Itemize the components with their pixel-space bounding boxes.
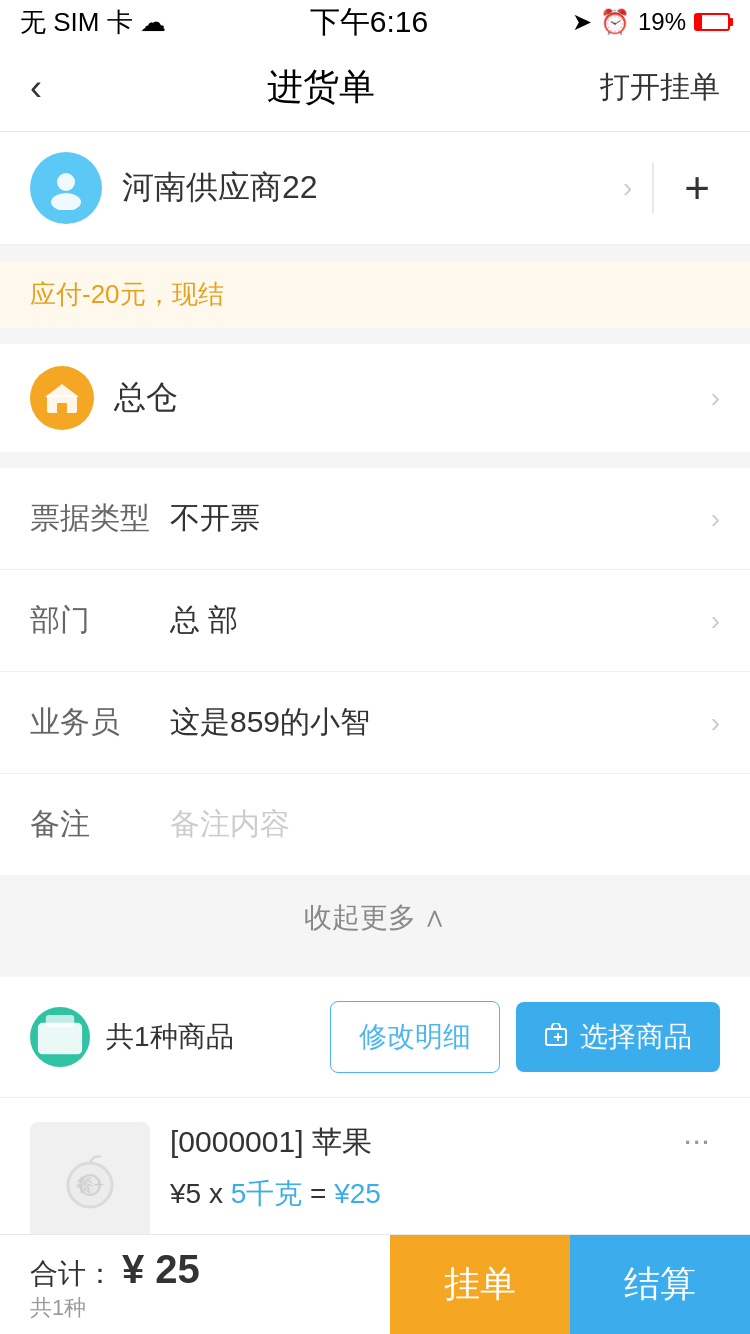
staff-label: 业务员: [30, 702, 160, 743]
sim-status: 无 SIM 卡 ☁: [20, 5, 166, 40]
dept-label: 部门: [30, 600, 160, 641]
product-header: 共1种商品 修改明细 选择商品: [0, 977, 750, 1098]
status-time: 下午6:16: [310, 2, 428, 43]
divider: [652, 163, 654, 213]
dept-chevron-icon: ›: [711, 605, 720, 637]
back-button[interactable]: ‹: [30, 67, 42, 109]
form-section: 票据类型 不开票 › 部门 总 部 › 业务员 这是859的小智 › 备注 备注…: [0, 468, 750, 875]
price-value: ¥5: [170, 1178, 201, 1209]
remark-input[interactable]: 备注内容: [160, 804, 720, 845]
battery-text: 19%: [638, 8, 686, 36]
battery-icon: [694, 13, 730, 31]
svg-rect-6: [46, 1015, 74, 1028]
supplier-row[interactable]: 河南供应商22 › +: [0, 132, 750, 245]
svg-marker-3: [45, 384, 79, 397]
alarm-icon: ⏰: [600, 8, 630, 36]
product-price: ¥5 x 5千克 = ¥25: [170, 1175, 653, 1213]
product-title: 苹果: [312, 1125, 372, 1158]
supplier-chevron-icon: ›: [623, 172, 632, 204]
nav-bar: ‹ 进货单 打开挂单: [0, 44, 750, 132]
staff-row[interactable]: 业务员 这是859的小智 ›: [0, 672, 750, 774]
total-section: 合计： ¥ 25 共1种: [0, 1247, 390, 1323]
svg-rect-4: [57, 403, 67, 413]
product-name: [0000001] 苹果: [170, 1122, 653, 1163]
open-hold-button[interactable]: 打开挂单: [600, 67, 720, 108]
status-bar: 无 SIM 卡 ☁ 下午6:16 ➤ ⏰ 19%: [0, 0, 750, 44]
supplier-name: 河南供应商22: [122, 166, 613, 210]
warehouse-icon: [30, 366, 94, 430]
page-title: 进货单: [267, 63, 375, 112]
status-right: ➤ ⏰ 19%: [572, 8, 730, 36]
content: 河南供应商22 › + 应付-20元，现结 总仓 › 票据类型 不开票 › 部门…: [0, 132, 750, 1334]
product-info: [0000001] 苹果 ¥5 x 5千克 = ¥25: [170, 1122, 653, 1213]
supplier-section: 河南供应商22 › +: [0, 132, 750, 245]
hold-button[interactable]: 挂单: [390, 1235, 570, 1335]
location-icon: ➤: [572, 8, 592, 36]
qty-value: 5千克: [231, 1178, 303, 1209]
total-label: 合计： ¥ 25: [30, 1247, 360, 1293]
invoice-chevron-icon: ›: [711, 503, 720, 535]
supplier-avatar: [30, 152, 102, 224]
equals-symbol: =: [310, 1178, 334, 1209]
svg-point-0: [57, 173, 75, 191]
staff-value: 这是859的小智: [160, 702, 701, 743]
svg-point-1: [51, 193, 81, 210]
warehouse-name: 总仓: [114, 376, 701, 420]
warehouse-chevron-icon: ›: [711, 382, 720, 414]
bottom-bar: 合计： ¥ 25 共1种 挂单 结算: [0, 1234, 750, 1334]
total-text: 合计：: [30, 1255, 114, 1293]
collapse-button[interactable]: 收起更多 ∧: [0, 875, 750, 961]
total-amount: ¥ 25: [122, 1247, 200, 1292]
multiply-symbol: x: [209, 1178, 231, 1209]
remark-row[interactable]: 备注 备注内容: [0, 774, 750, 875]
product-code: [0000001]: [170, 1125, 303, 1158]
warehouse-row[interactable]: 总仓 ›: [0, 344, 750, 452]
product-thumbnail: 餐+: [30, 1122, 150, 1242]
product-thumb-icon: 餐+: [55, 1147, 125, 1217]
status-left: 无 SIM 卡 ☁: [20, 5, 166, 40]
checkout-button[interactable]: 结算: [570, 1235, 750, 1335]
dept-row[interactable]: 部门 总 部 ›: [0, 570, 750, 672]
select-product-button[interactable]: 选择商品: [516, 1002, 720, 1072]
staff-chevron-icon: ›: [711, 707, 720, 739]
product-icon: [30, 1007, 90, 1067]
edit-detail-button[interactable]: 修改明细: [330, 1001, 500, 1073]
notice-bar: 应付-20元，现结: [0, 261, 750, 328]
more-button[interactable]: ···: [673, 1122, 720, 1159]
product-count: 共1种商品: [106, 1018, 330, 1056]
svg-rect-5: [38, 1023, 82, 1055]
dept-value: 总 部: [160, 600, 701, 641]
cart-icon: [544, 1023, 572, 1051]
total-value: ¥25: [334, 1178, 381, 1209]
total-sub: 共1种: [30, 1293, 360, 1323]
svg-text:餐+: 餐+: [76, 1175, 105, 1195]
remark-label: 备注: [30, 804, 160, 845]
invoice-label: 票据类型: [30, 498, 160, 539]
invoice-value: 不开票: [160, 498, 701, 539]
add-supplier-button[interactable]: +: [674, 163, 720, 213]
select-product-label: 选择商品: [580, 1018, 692, 1056]
invoice-row[interactable]: 票据类型 不开票 ›: [0, 468, 750, 570]
